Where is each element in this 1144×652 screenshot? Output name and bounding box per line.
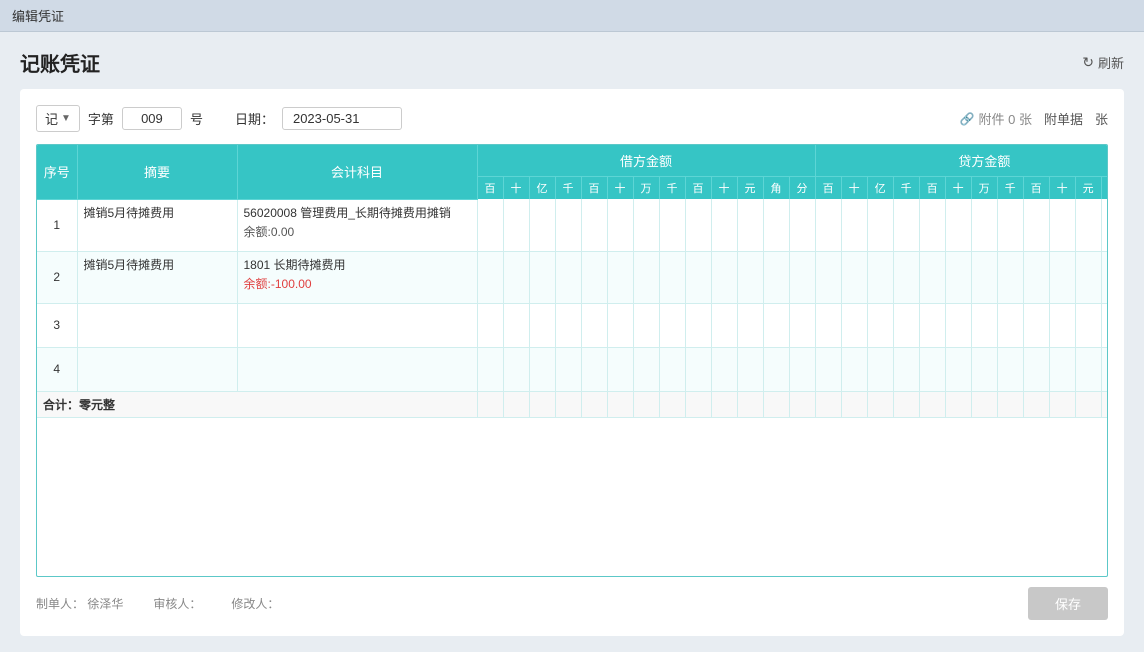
- creator-name: 徐泽华: [87, 597, 123, 611]
- th-debit-yuan: 元: [737, 177, 763, 200]
- voucher-header: 记 ▼ 字第 号 日期： 🔗 附件 0 张 附单据 张: [36, 105, 1108, 132]
- th-credit-yuan: 元: [1075, 177, 1101, 200]
- attach-label: 附件 0 张: [979, 109, 1032, 128]
- th-credit-bai1: 百: [815, 177, 841, 200]
- table-row: 3: [37, 303, 1107, 347]
- th-credit-qian2: 千: [997, 177, 1023, 200]
- attach-button[interactable]: 🔗 附件 0 张: [960, 109, 1032, 128]
- th-credit-jiao: 角: [1101, 177, 1107, 200]
- window: 编辑凭证 记账凭证 ↻ 刷新 记 ▼ 字第 号 日期：: [0, 0, 1144, 652]
- modifier-info: 修改人：: [231, 595, 279, 612]
- th-summary: 摘要: [77, 145, 237, 199]
- right-controls: 🔗 附件 0 张 附单据 张: [960, 109, 1108, 128]
- table-row: 4: [37, 347, 1107, 391]
- footer-bar: 制单人： 徐泽华 审核人： 修改人： 保存: [36, 587, 1108, 620]
- refresh-icon: ↻: [1082, 54, 1094, 71]
- th-credit: 贷方金额: [815, 145, 1107, 177]
- table-container: 序号 摘要 会计科目 借方金额 贷方金额 百 十 亿: [36, 144, 1108, 577]
- page-title: 记账凭证: [20, 48, 100, 77]
- th-debit-qian2: 千: [659, 177, 685, 200]
- th-debit-jiao: 角: [763, 177, 789, 200]
- voucher-number-input[interactable]: [122, 107, 182, 130]
- row-seq-2: 2: [37, 251, 77, 303]
- modifier-label: 修改人：: [231, 597, 279, 611]
- voucher-table: 序号 摘要 会计科目 借方金额 贷方金额 百 十 亿: [37, 145, 1107, 418]
- th-credit-shi1: 十: [841, 177, 867, 200]
- date-label: 日期：: [235, 109, 274, 128]
- th-debit-fen: 分: [789, 177, 815, 200]
- row-summary-1[interactable]: 摊销5月待摊费用: [77, 199, 237, 251]
- auditor-label: 审核人：: [153, 597, 201, 611]
- row-account-3[interactable]: [237, 303, 477, 347]
- refresh-button[interactable]: ↻ 刷新: [1082, 53, 1124, 72]
- th-debit-yi: 亿: [529, 177, 555, 200]
- table-row: 2 摊销5月待摊费用 1801 长期待摊费用 余额:-100.00: [37, 251, 1107, 303]
- row-account-1[interactable]: 56020008 管理费用_长期待摊费用摊销 余额:0.00: [237, 199, 477, 251]
- th-credit-qian1: 千: [893, 177, 919, 200]
- hao-label: 号: [190, 109, 203, 128]
- th-debit-shi2: 十: [607, 177, 633, 200]
- date-input[interactable]: [282, 107, 402, 130]
- card: 记 ▼ 字第 号 日期： 🔗 附件 0 张 附单据 张: [20, 89, 1124, 636]
- creator-label: 制单人：: [36, 597, 84, 611]
- th-debit-wan: 万: [633, 177, 659, 200]
- page-header: 记账凭证 ↻ 刷新: [20, 48, 1124, 77]
- th-debit: 借方金额: [477, 145, 815, 177]
- th-debit-qian1: 千: [555, 177, 581, 200]
- row-account-4[interactable]: [237, 347, 477, 391]
- th-debit-bai1: 百: [477, 177, 503, 200]
- th-credit-yi: 亿: [867, 177, 893, 200]
- row-account-2[interactable]: 1801 长期待摊费用 余额:-100.00: [237, 251, 477, 303]
- creator-info: 制单人： 徐泽华: [36, 595, 123, 612]
- th-debit-bai2: 百: [581, 177, 607, 200]
- zi-label: 字第: [88, 109, 114, 128]
- th-credit-shi3: 十: [1049, 177, 1075, 200]
- window-title: 编辑凭证: [12, 9, 64, 24]
- dropdown-arrow-icon: ▼: [61, 113, 71, 124]
- row-seq-3: 3: [37, 303, 77, 347]
- zhang-label: 张: [1095, 109, 1108, 128]
- th-account: 会计科目: [237, 145, 477, 199]
- link-icon: 🔗: [960, 112, 975, 126]
- save-button[interactable]: 保存: [1028, 587, 1108, 620]
- th-credit-bai3: 百: [1023, 177, 1049, 200]
- auditor-info: 审核人：: [153, 595, 201, 612]
- th-debit-bai3: 百: [685, 177, 711, 200]
- titlebar: 编辑凭证: [0, 0, 1144, 32]
- th-credit-bai2: 百: [919, 177, 945, 200]
- refresh-label: 刷新: [1098, 53, 1124, 72]
- total-label: 合计：零元整: [37, 391, 477, 417]
- single-doc-button[interactable]: 附单据: [1044, 109, 1083, 128]
- th-debit-shi1: 十: [503, 177, 529, 200]
- row-summary-2[interactable]: 摊销5月待摊费用: [77, 251, 237, 303]
- main-content: 记账凭证 ↻ 刷新 记 ▼ 字第 号 日期： 🔗: [0, 32, 1144, 652]
- row-summary-4[interactable]: [77, 347, 237, 391]
- table-row: 1 摊销5月待摊费用 56020008 管理费用_长期待摊费用摊销 余额:0.0…: [37, 199, 1107, 251]
- voucher-type-button[interactable]: 记 ▼: [36, 105, 80, 132]
- th-credit-wan: 万: [971, 177, 997, 200]
- row-seq-4: 4: [37, 347, 77, 391]
- th-seq: 序号: [37, 145, 77, 199]
- row-seq-1: 1: [37, 199, 77, 251]
- footer-info: 制单人： 徐泽华 审核人： 修改人：: [36, 595, 1028, 612]
- th-credit-shi2: 十: [945, 177, 971, 200]
- table-wrapper: 序号 摘要 会计科目 借方金额 贷方金额 百 十 亿: [37, 145, 1107, 576]
- voucher-type-label: 记: [45, 109, 58, 128]
- th-debit-shi3: 十: [711, 177, 737, 200]
- row-summary-3[interactable]: [77, 303, 237, 347]
- total-row: 合计：零元整: [37, 391, 1107, 417]
